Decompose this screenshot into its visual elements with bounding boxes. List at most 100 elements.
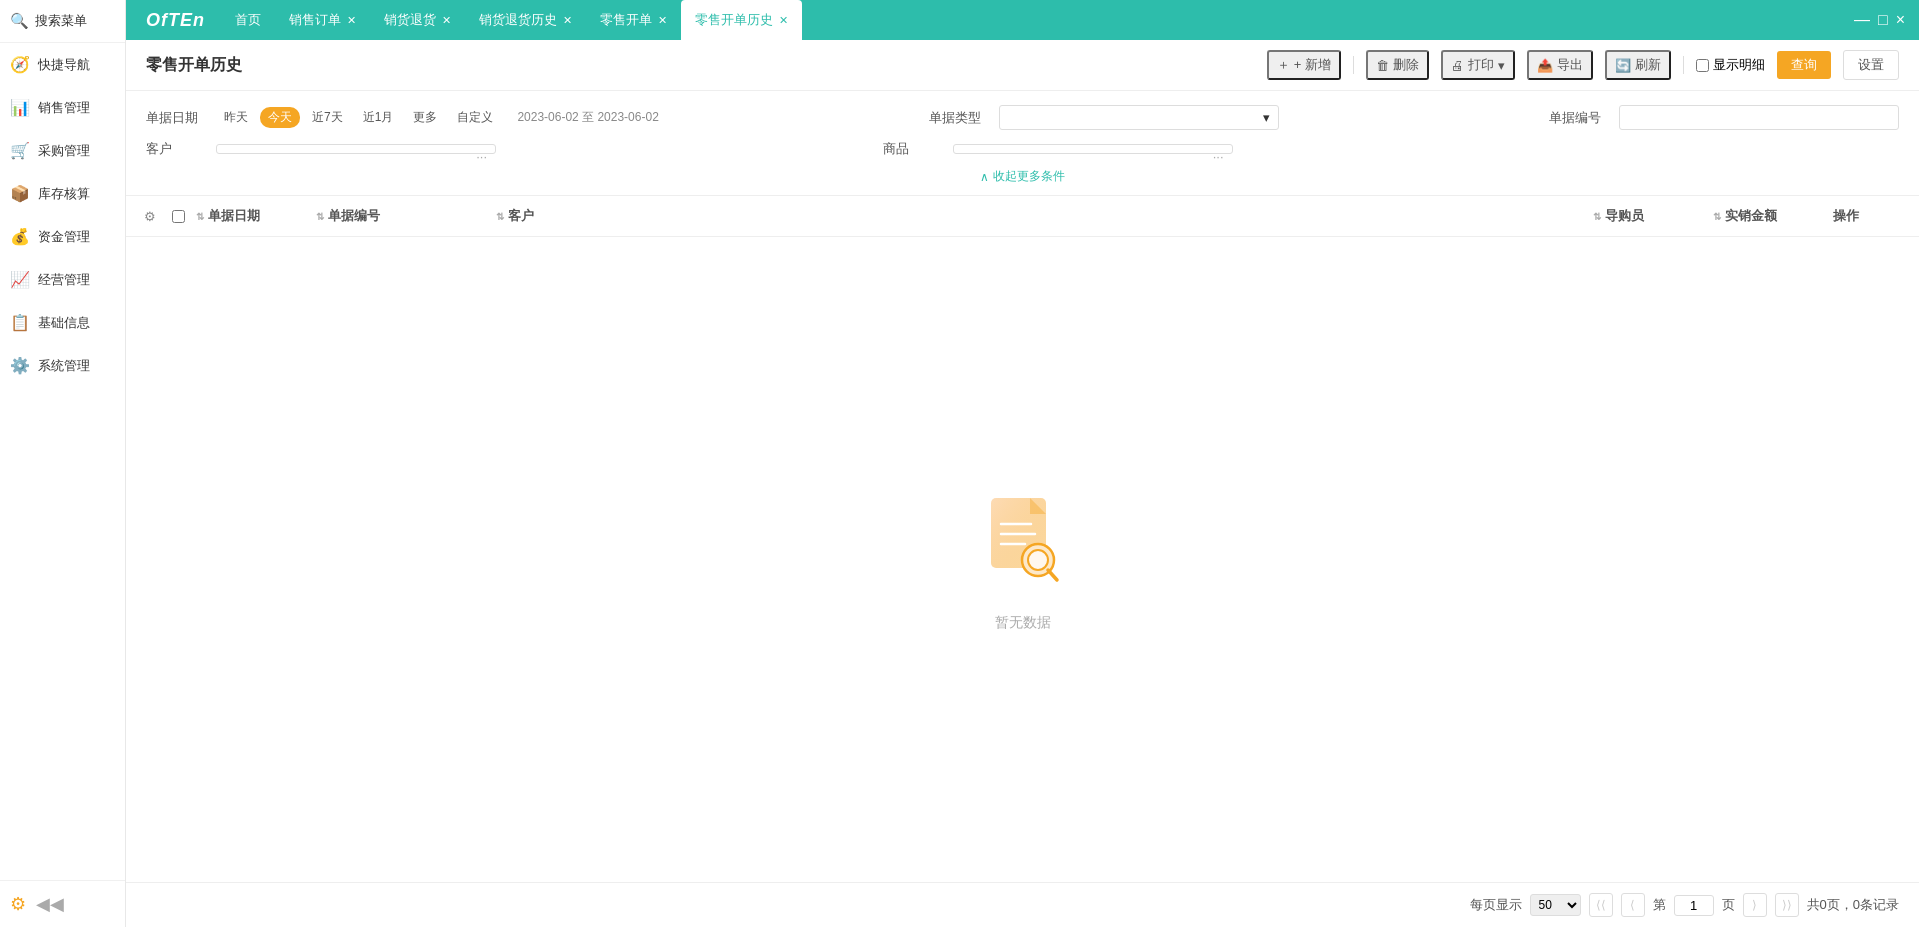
col-header-amount[interactable]: ⇅ 实销金额 (1709, 207, 1829, 225)
date-opt-custom[interactable]: 自定义 (449, 107, 501, 128)
filter-row-2: 客户 商品 (146, 140, 1899, 158)
collapse-up-icon: ∧ (980, 170, 989, 184)
col-header-date[interactable]: ⇅ 单据日期 (192, 207, 312, 225)
page-content: 零售开单历史 ＋ + 新增 🗑 删除 🖨 打印 ▾ 📤 (126, 40, 1919, 927)
sidebar-label-inventory: 库存核算 (38, 185, 90, 203)
col-header-guide[interactable]: ⇅ 导购员 (1589, 207, 1709, 225)
sidebar-label-quick-nav: 快捷导航 (38, 56, 90, 74)
print-button[interactable]: 🖨 打印 ▾ (1441, 50, 1515, 80)
order-num-label: 单据编号 (1549, 109, 1609, 127)
sidebar-item-inventory[interactable]: 📦库存核算 (0, 172, 125, 215)
page-number-input[interactable] (1674, 895, 1714, 916)
prev-page-button[interactable]: ⟨ (1621, 893, 1645, 917)
order-type-select[interactable]: ▾ (999, 105, 1279, 130)
sidebar-label-basic-info: 基础信息 (38, 314, 90, 332)
per-page-select[interactable]: 50 10 20 100 (1530, 894, 1581, 916)
col-header-num[interactable]: ⇅ 单据编号 (312, 207, 492, 225)
date-opt-1month[interactable]: 近1月 (355, 107, 402, 128)
sys-mgmt-icon: ⚙️ (10, 356, 30, 375)
quick-nav-icon: 🧭 (10, 55, 30, 74)
tabs-bar: OfTEn 首页销售订单✕销货退货✕销货退货历史✕零售开单✕零售开单历史✕ — … (126, 0, 1919, 40)
sidebar-item-quick-nav[interactable]: 🧭 快捷导航 (0, 43, 125, 86)
display-detail-checkbox[interactable] (1696, 59, 1709, 72)
sidebar-item-sales-mgmt[interactable]: 📊销售管理 (0, 86, 125, 129)
order-num-input[interactable] (1619, 105, 1899, 130)
maximize-button[interactable]: □ (1878, 11, 1888, 29)
col-date-sort-icon: ⇅ (196, 211, 204, 222)
sidebar-item-purchase-mgmt[interactable]: 🛒采购管理 (0, 129, 125, 172)
minimize-button[interactable]: — (1854, 11, 1870, 29)
search-icon: 🔍 (10, 12, 29, 30)
last-page-button[interactable]: ⟩⟩ (1775, 893, 1799, 917)
tab-sales-return[interactable]: 销货退货✕ (370, 0, 465, 40)
tab-close-retail-open-history[interactable]: ✕ (779, 14, 788, 27)
finance-mgmt-icon: 💰 (10, 227, 30, 246)
date-opt-yesterday[interactable]: 昨天 (216, 107, 256, 128)
sidebar-item-basic-info[interactable]: 📋基础信息 (0, 301, 125, 344)
tab-close-sales-return-history[interactable]: ✕ (563, 14, 572, 27)
select-all-checkbox[interactable] (172, 210, 185, 223)
close-button[interactable]: × (1896, 11, 1905, 29)
page-label: 页 (1722, 896, 1735, 914)
tab-sales-return-history[interactable]: 销货退货历史✕ (465, 0, 586, 40)
toolbar-divider-1 (1353, 56, 1354, 74)
date-opt-7days[interactable]: 近7天 (304, 107, 351, 128)
tab-label-home: 首页 (235, 11, 261, 29)
empty-state: 暂无数据 (126, 237, 1919, 882)
page-toolbar: 零售开单历史 ＋ + 新增 🗑 删除 🖨 打印 ▾ 📤 (126, 40, 1919, 91)
col-header-client[interactable]: ⇅ 客户 (492, 207, 1589, 225)
sidebar-label-purchase-mgmt: 采购管理 (38, 142, 90, 160)
collapse-more-btn[interactable]: ∧ 收起更多条件 (146, 168, 1899, 185)
sidebar-item-sys-mgmt[interactable]: ⚙️系统管理 (0, 344, 125, 387)
date-opt-today[interactable]: 今天 (260, 107, 300, 128)
tab-retail-open-history[interactable]: 零售开单历史 ✕ (681, 0, 802, 40)
sidebar-label-finance-mgmt: 资金管理 (38, 228, 90, 246)
sidebar-footer: ⚙ ◀◀ (0, 880, 125, 927)
tab-sales-order[interactable]: 销售订单✕ (275, 0, 370, 40)
table-select-all[interactable] (164, 210, 192, 223)
col-guide-sort-icon: ⇅ (1593, 211, 1601, 222)
table-settings-icon[interactable]: ⚙ (136, 202, 164, 230)
page-word: 第 (1653, 896, 1666, 914)
refresh-icon: 🔄 (1615, 58, 1631, 73)
query-button[interactable]: 查询 (1777, 51, 1831, 79)
refresh-button[interactable]: 🔄 刷新 (1605, 50, 1671, 80)
per-page-label: 每页显示 (1470, 896, 1522, 914)
tab-close-retail-open[interactable]: ✕ (658, 14, 667, 27)
client-input[interactable] (216, 144, 496, 154)
goods-input[interactable] (953, 144, 1233, 154)
display-detail-toggle[interactable]: 显示明细 (1696, 56, 1765, 74)
search-menu-label: 搜索菜单 (35, 12, 87, 30)
delete-button[interactable]: 🗑 删除 (1366, 50, 1429, 80)
search-menu-item[interactable]: 🔍 搜索菜单 (0, 0, 125, 43)
empty-text: 暂无数据 (995, 614, 1051, 632)
operations-icon: 📈 (10, 270, 30, 289)
settings-filter-button[interactable]: 设置 (1843, 50, 1899, 80)
sidebar-item-finance-mgmt[interactable]: 💰 资金管理 (0, 215, 125, 258)
collapse-sidebar-icon[interactable]: ◀◀ (36, 893, 64, 915)
pagination-bar: 每页显示 50 10 20 100 ⟨⟨ ⟨ 第 页 ⟩ ⟩⟩ 共0页，0条记录 (126, 882, 1919, 927)
tab-retail-open[interactable]: 零售开单✕ (586, 0, 681, 40)
toolbar-actions: ＋ + 新增 🗑 删除 🖨 打印 ▾ 📤 导出 🔄 (1267, 50, 1899, 80)
date-opt-more[interactable]: 更多 (405, 107, 445, 128)
svg-line-7 (1048, 570, 1057, 580)
export-button[interactable]: 📤 导出 (1527, 50, 1593, 80)
tab-home[interactable]: 首页 (221, 0, 275, 40)
table-header: ⚙ ⇅ 单据日期 ⇅ 单据编号 ⇅ 客户 ⇅ 导购员 (126, 196, 1919, 237)
print-icon: 🖨 (1451, 58, 1464, 73)
tab-label-retail-open-history: 零售开单历史 (695, 11, 773, 29)
tabs-container: 首页销售订单✕销货退货✕销货退货历史✕零售开单✕ 零售开单历史 ✕ (221, 0, 1854, 40)
sales-mgmt-icon: 📊 (10, 98, 30, 117)
tab-close-sales-order[interactable]: ✕ (347, 14, 356, 27)
tab-close-sales-return[interactable]: ✕ (442, 14, 451, 27)
first-page-button[interactable]: ⟨⟨ (1589, 893, 1613, 917)
main-area: OfTEn 首页销售订单✕销货退货✕销货退货历史✕零售开单✕零售开单历史✕ — … (126, 0, 1919, 927)
new-icon: ＋ (1277, 56, 1290, 74)
sidebar-item-operations[interactable]: 📈经营管理 (0, 258, 125, 301)
settings-icon[interactable]: ⚙ (10, 893, 26, 915)
new-button[interactable]: ＋ + 新增 (1267, 50, 1341, 80)
app-brand: OfTEn (130, 10, 221, 31)
date-options: 昨天 今天 近7天 近1月 更多 自定义 (216, 107, 501, 128)
next-page-button[interactable]: ⟩ (1743, 893, 1767, 917)
col-client-sort-icon: ⇅ (496, 211, 504, 222)
